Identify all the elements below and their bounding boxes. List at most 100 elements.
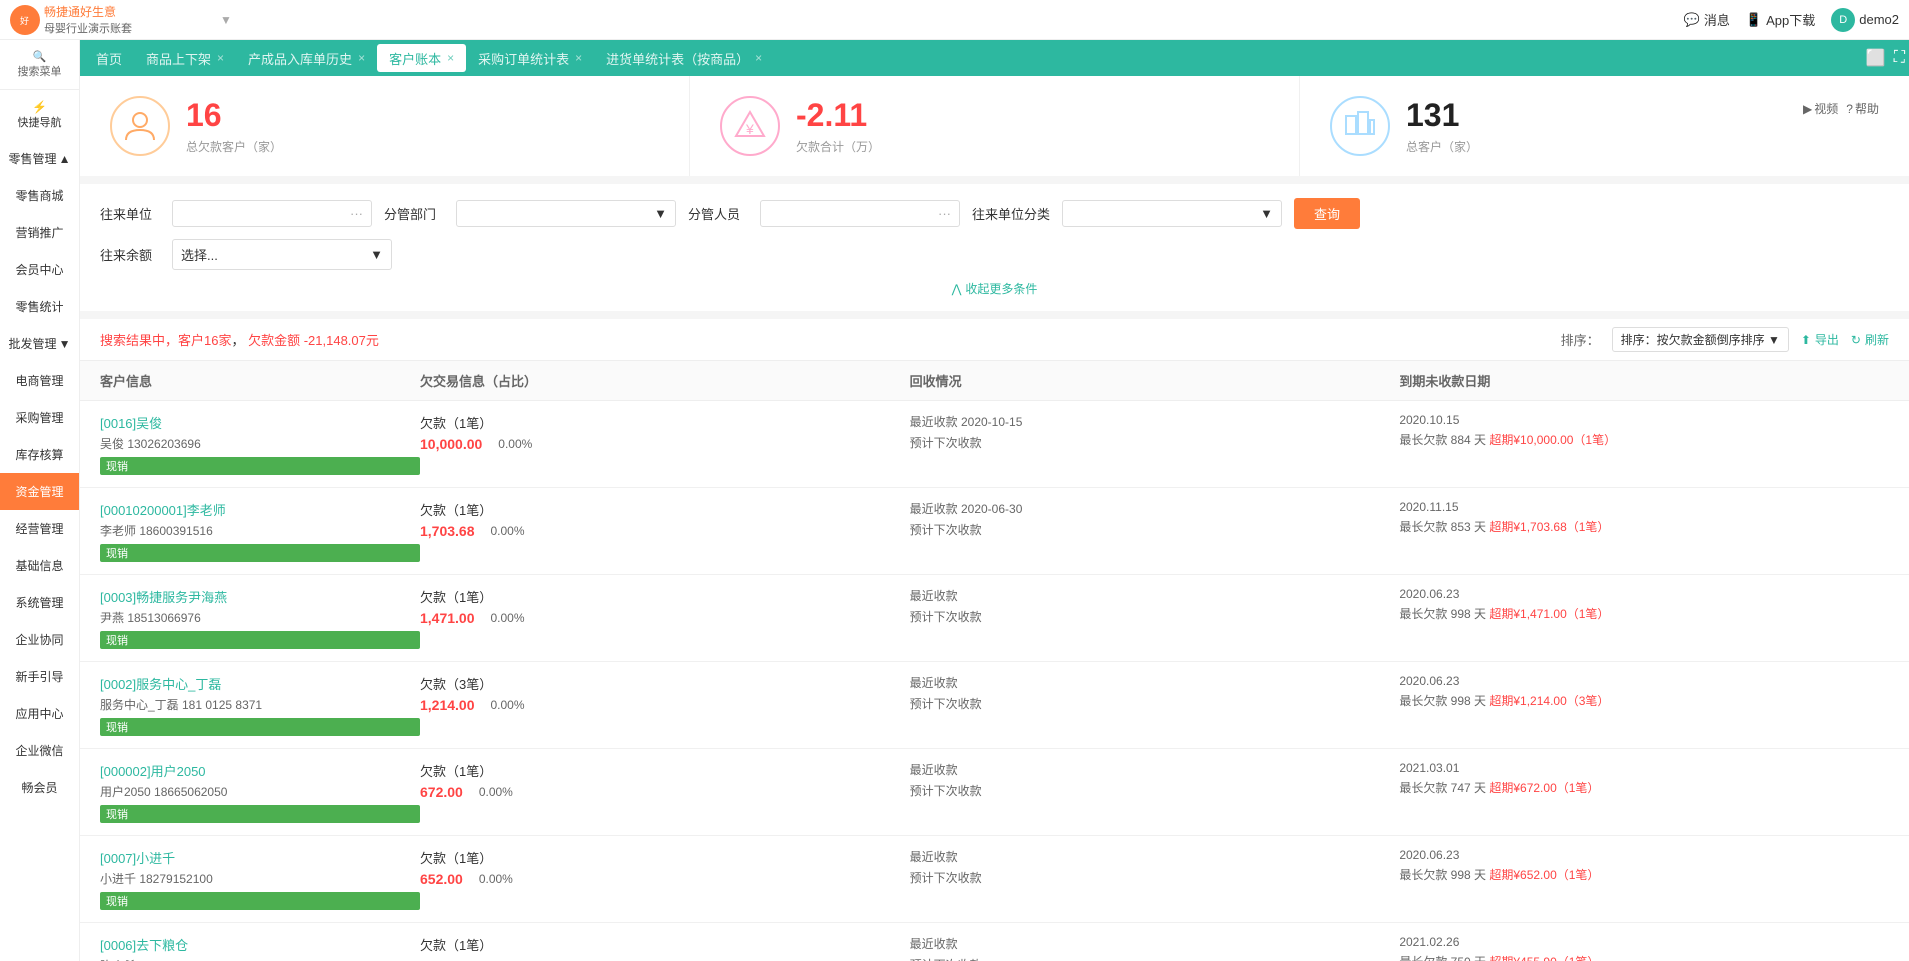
customer-name[interactable]: [0003]畅捷服务尹海燕	[100, 587, 420, 606]
unit-type-label: 往来单位分类	[972, 204, 1050, 223]
debt-count: 欠款（1笔）	[420, 587, 910, 606]
batch-mgmt-label: 批发管理	[9, 335, 57, 352]
message-label: 消息	[1704, 10, 1730, 29]
message-icon: 💬	[1684, 12, 1700, 28]
sort-select[interactable]: 排序：按欠款金额倒序排序 ▼	[1612, 327, 1789, 352]
quick-nav[interactable]: ⚡ 零售管理 快捷导航	[0, 90, 79, 140]
stat-card-debt-customers: 16 总欠款客户（家）	[80, 76, 690, 176]
stat-label-total-customers: 总客户（家）	[1406, 138, 1478, 155]
person-input[interactable]: ···	[760, 200, 960, 227]
customer-tag: 现销	[100, 718, 420, 736]
sidebar-item-retail-mgmt[interactable]: 零售管理 ▲	[0, 140, 79, 177]
sidebar-item-operation[interactable]: 经营管理	[0, 510, 79, 547]
debt-count: 欠款（1笔）	[420, 413, 910, 432]
debt-percent: 0.00%	[491, 611, 525, 625]
customer-name[interactable]: [0002]服务中心_丁磊	[100, 674, 420, 693]
sidebar-item-system[interactable]: 系统管理	[0, 584, 79, 621]
tab-goods[interactable]: 商品上下架 ×	[134, 44, 236, 72]
tab-close-goods[interactable]: ×	[217, 51, 224, 65]
tab-instock-stats[interactable]: 进货单统计表（按商品） ×	[594, 44, 774, 72]
recent-receipt: 最近收款	[910, 674, 1400, 691]
sidebar-item-basic-info[interactable]: 基础信息	[0, 547, 79, 584]
sidebar-item-guide[interactable]: 新手引导	[0, 658, 79, 695]
overdue-link[interactable]: 超期¥672.00（1笔）	[1489, 781, 1599, 795]
system-dropdown[interactable]: ▼	[220, 13, 232, 27]
customer-name[interactable]: [00010200001]李老师	[100, 500, 420, 519]
export-btn[interactable]: ⬆ 导出	[1801, 331, 1839, 348]
sidebar-item-vip[interactable]: 畅会员	[0, 769, 79, 806]
purchase-label: 采购管理	[15, 411, 63, 425]
fullscreen-icon[interactable]: ⬜	[1866, 48, 1886, 68]
stat-card-total-customers: 131 总客户（家） ▶ 视频 ? 帮助	[1300, 76, 1909, 176]
recovery-info: 最近收款 预计下次收款	[910, 761, 1400, 799]
results-bar: 搜索结果中，客户16家， 欠款金额 -21,148.07元 排序： 排序：按欠款…	[80, 319, 1909, 361]
customer-name[interactable]: [0006]去下粮仓	[100, 935, 420, 954]
sidebar-item-finance[interactable]: 资金管理	[0, 473, 79, 510]
tab-close-purchase-order[interactable]: ×	[575, 51, 582, 65]
user-avatar[interactable]: D demo2	[1831, 8, 1899, 32]
tab-purchase-order[interactable]: 采购订单统计表 ×	[466, 44, 594, 72]
balance-arrow: ▼	[370, 247, 383, 262]
tab-close-instock-stats[interactable]: ×	[755, 51, 762, 65]
due-date: 2021.03.01	[1399, 761, 1889, 775]
recovery-info: 最近收款 预计下次收款	[910, 674, 1400, 712]
video-btn[interactable]: ▶ 视频	[1803, 100, 1838, 117]
debt-percent: 0.00%	[479, 785, 513, 799]
sidebar-item-marketing[interactable]: 营销推广	[0, 214, 79, 251]
search-btn[interactable]: 查询	[1294, 198, 1360, 229]
expand-icon[interactable]: ⛶	[1894, 49, 1905, 67]
debt-count: 欠款（1笔）	[420, 848, 910, 867]
inventory-label: 库存核算	[15, 448, 63, 462]
balance-select[interactable]: 选择... ▼	[172, 239, 392, 270]
dept-select[interactable]: ▼	[456, 200, 676, 227]
tab-close-production[interactable]: ×	[358, 51, 365, 65]
due-info: 2020.11.15 最长欠款 853 天 超期¥1,703.68（1笔）	[1399, 500, 1889, 535]
refresh-btn[interactable]: ↻ 刷新	[1851, 331, 1889, 348]
help-btn[interactable]: ? 帮助	[1846, 100, 1879, 117]
sidebar-item-retail-mall[interactable]: 零售商城	[0, 177, 79, 214]
sidebar-item-apps[interactable]: 应用中心	[0, 695, 79, 732]
results-actions: 排序： 排序：按欠款金额倒序排序 ▼ ⬆ 导出 ↻ 刷新	[1561, 327, 1889, 352]
sidebar-item-inventory[interactable]: 库存核算	[0, 436, 79, 473]
debt-percent: 0.00%	[479, 872, 513, 886]
debt-info: 欠款（3笔） 1,214.00 0.00%	[420, 674, 910, 713]
tab-home[interactable]: 首页	[84, 44, 134, 72]
overdue-link[interactable]: 超期¥1,214.00（3笔）	[1489, 694, 1609, 708]
next-receipt: 预计下次收款	[910, 434, 1400, 451]
sidebar-item-batch-mgmt[interactable]: 批发管理 ▼	[0, 325, 79, 362]
overdue-link[interactable]: 超期¥652.00（1笔）	[1489, 868, 1599, 882]
overdue-link[interactable]: 超期¥1,471.00（1笔）	[1489, 607, 1609, 621]
overdue-link[interactable]: 超期¥1,703.68（1笔）	[1489, 520, 1609, 534]
tab-close-customer-account[interactable]: ×	[447, 51, 454, 65]
tab-customer-account[interactable]: 客户账本 ×	[377, 44, 466, 72]
person-label: 分管人员	[688, 204, 748, 223]
collapse-btn[interactable]: ⋀ 收起更多条件	[100, 280, 1889, 297]
customer-name[interactable]: [0007]小进千	[100, 848, 420, 867]
sidebar-item-retail-stats[interactable]: 零售统计	[0, 288, 79, 325]
ecommerce-label: 电商管理	[15, 374, 63, 388]
sidebar-item-weixin[interactable]: 企业微信	[0, 732, 79, 769]
overdue-link[interactable]: 超期¥10,000.00（1笔）	[1489, 433, 1616, 447]
retail-stats-label: 零售统计	[15, 300, 63, 314]
overdue-link[interactable]: 超期¥455.90（1笔）	[1489, 955, 1599, 961]
sidebar-item-member[interactable]: 会员中心	[0, 251, 79, 288]
unit-type-select[interactable]: ▼	[1062, 200, 1282, 227]
sidebar-item-purchase[interactable]: 采购管理	[0, 399, 79, 436]
sidebar-item-ecommerce[interactable]: 电商管理	[0, 362, 79, 399]
due-date: 2020.06.23	[1399, 674, 1889, 688]
message-btn[interactable]: 💬 消息	[1684, 10, 1730, 29]
from-unit-input[interactable]: ···	[172, 200, 372, 227]
customer-tag: 现销	[100, 892, 420, 910]
app-download-btn[interactable]: 📱 App下载	[1746, 10, 1815, 29]
customer-name[interactable]: [0016]吴俊	[100, 413, 420, 432]
operation-label: 经营管理	[15, 522, 63, 536]
customer-name[interactable]: [000002]用户2050	[100, 761, 420, 780]
sidebar-item-enterprise[interactable]: 企业协同	[0, 621, 79, 658]
due-date: 2020.06.23	[1399, 848, 1889, 862]
overdue-days: 最长欠款 884 天 超期¥10,000.00（1笔）	[1399, 431, 1889, 448]
tab-production[interactable]: 产成品入库单历史 ×	[236, 44, 377, 72]
overdue-days: 最长欠款 750 天 超期¥455.90（1笔）	[1399, 953, 1889, 961]
debt-amount: 1,703.68	[420, 523, 475, 539]
search-menu[interactable]: 🔍 搜索菜单	[0, 40, 79, 90]
weixin-label: 企业微信	[15, 744, 63, 758]
